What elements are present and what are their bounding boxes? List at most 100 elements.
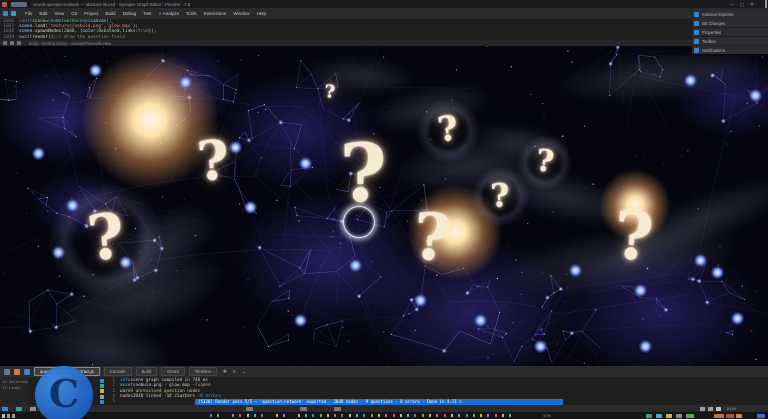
- taskbar-dot: [458, 414, 461, 417]
- taskbar-icon[interactable]: [714, 413, 724, 418]
- status-icon[interactable]: [716, 406, 721, 411]
- menu-item-build[interactable]: Build: [105, 11, 115, 16]
- taskbar-text: 4:09: [543, 413, 551, 418]
- taskbar-icon[interactable]: [757, 413, 765, 418]
- watermark-letter: C: [48, 371, 80, 416]
- taskbar-icon[interactable]: [656, 413, 662, 418]
- close-button[interactable]: ✕: [750, 1, 754, 8]
- home-icon[interactable]: [3, 11, 8, 16]
- taskbar-dot: [356, 414, 358, 417]
- taskbar-dot: [370, 414, 373, 417]
- status-icon[interactable]: [700, 406, 705, 411]
- menu-items: File Edit View Git Project Build Debug Test 2 Ana…: [25, 11, 273, 16]
- taskbar-dot: [414, 414, 417, 417]
- menu-item-analyze[interactable]: 2 Analyze: [159, 11, 179, 16]
- flyout-item-git-changes[interactable]: Git Changes: [692, 19, 768, 27]
- minimize-button[interactable]: ─: [731, 1, 734, 8]
- taskbar-dot: [399, 414, 402, 417]
- menu-item-view[interactable]: View: [54, 11, 64, 16]
- taskbar-icon[interactable]: [646, 413, 652, 418]
- output-icon[interactable]: [4, 368, 10, 375]
- taskbar-strip: 2154 × 5944:09: [0, 412, 768, 419]
- taskbar-icon[interactable]: [726, 413, 734, 418]
- tab-console[interactable]: Console: [103, 367, 132, 376]
- tab-timeline[interactable]: Timeline: [188, 367, 217, 376]
- menu-item-project[interactable]: Project: [84, 11, 98, 16]
- taskbar-dot: [275, 414, 278, 417]
- sync-icon[interactable]: [11, 11, 16, 16]
- flyout-item-toolbox[interactable]: Toolbox: [692, 37, 768, 45]
- taskbar-dot: [436, 414, 439, 417]
- flyout-label: Notifications: [702, 47, 725, 53]
- menu-item-edit[interactable]: Edit: [39, 11, 47, 16]
- status-icon[interactable]: [30, 406, 36, 411]
- taskbar-dot: [450, 414, 453, 417]
- question-mark: ?: [534, 143, 556, 180]
- maximize-button[interactable]: ▢: [740, 1, 744, 8]
- blue-node-glow: [473, 313, 487, 327]
- tab-errors[interactable]: Errors: [161, 367, 185, 376]
- question-mark: ?: [612, 195, 656, 276]
- taskbar-dot: [443, 414, 446, 417]
- menu-item-help[interactable]: Help: [257, 11, 266, 16]
- taskbar-icon[interactable]: [7, 413, 10, 418]
- panel-icon: [694, 38, 699, 44]
- panel-icon: [694, 11, 699, 17]
- menu-item-extensions[interactable]: Extensions: [204, 11, 226, 16]
- status-icon[interactable]: [246, 406, 253, 411]
- menu-item-test[interactable]: Test: [143, 11, 151, 16]
- artwork-canvas[interactable]: ?????????: [0, 46, 768, 366]
- split-view-icon[interactable]: [3, 41, 7, 45]
- menu-item-window[interactable]: Window: [233, 11, 249, 16]
- tab-build[interactable]: Build: [135, 367, 158, 376]
- flyout-label: Solution Explorer: [702, 11, 734, 17]
- document-tab-icon[interactable]: [11, 1, 27, 7]
- taskbar-dot: [487, 414, 490, 417]
- log-level-icon: [100, 383, 104, 388]
- live-view-icon[interactable]: [17, 41, 21, 45]
- taskbar-dot: [341, 414, 344, 417]
- status-icon[interactable]: [16, 406, 22, 411]
- editor-strip[interactable]: 1036 const scene = new NetworkScene(canva…: [0, 19, 768, 40]
- taskbar-icon[interactable]: [686, 413, 694, 418]
- breadcrumb[interactable]: body › section.scene › canvas#network-vi…: [29, 41, 111, 46]
- build-icon[interactable]: [14, 368, 20, 375]
- question-mark: ?: [410, 199, 454, 277]
- watermark-logo: C: [35, 366, 93, 419]
- title-bar: neural-question-network — abstract-4k.ps…: [0, 0, 768, 20]
- taskbar-icon[interactable]: [676, 413, 682, 418]
- status-icon[interactable]: [2, 406, 8, 411]
- add-tab-icon[interactable]: ✚: [223, 369, 227, 375]
- flyout-item-properties[interactable]: Properties: [692, 28, 768, 36]
- taskbar-icon[interactable]: [12, 413, 15, 418]
- collapse-icon[interactable]: ⌄: [242, 369, 246, 375]
- panel-icon: [694, 47, 699, 53]
- question-mark: ?: [339, 126, 387, 221]
- code-view-icon[interactable]: [10, 41, 14, 45]
- blue-node-glow: [228, 140, 242, 154]
- menu-item-debug[interactable]: Debug: [123, 11, 137, 16]
- blue-node-glow: [31, 146, 45, 160]
- menu-item-file[interactable]: File: [25, 11, 32, 16]
- console-rail: 14 Selected 17 Lines: [0, 377, 28, 405]
- status-icon[interactable]: [334, 406, 341, 411]
- flyout-item-notifications[interactable]: Notifications: [692, 46, 768, 54]
- menu-item-tools[interactable]: Tools: [186, 11, 197, 16]
- menu-icon[interactable]: ≡: [233, 369, 236, 375]
- blue-node-glow: [693, 253, 707, 267]
- taskbar-icon[interactable]: [736, 413, 742, 418]
- status-text: 100%: [726, 406, 737, 411]
- menu-item-git[interactable]: Git: [71, 11, 77, 16]
- status-icon[interactable]: [300, 406, 307, 411]
- taskbar-icon[interactable]: [2, 413, 5, 418]
- taskbar-icon[interactable]: [666, 413, 672, 418]
- status-icon[interactable]: [708, 406, 713, 411]
- console-token: 2048 linked ·: [132, 393, 167, 399]
- log-level-icon: [100, 399, 104, 404]
- debug-icon[interactable]: [24, 368, 30, 375]
- taskbar-dot: [246, 414, 249, 417]
- blue-node-glow: [348, 258, 362, 272]
- blue-node-glow: [633, 283, 647, 297]
- selected-console-line[interactable]: [5120] Render pass 5/5 — 'question-netwo…: [195, 399, 563, 405]
- flyout-item-solution-explorer[interactable]: Solution Explorer: [692, 10, 768, 18]
